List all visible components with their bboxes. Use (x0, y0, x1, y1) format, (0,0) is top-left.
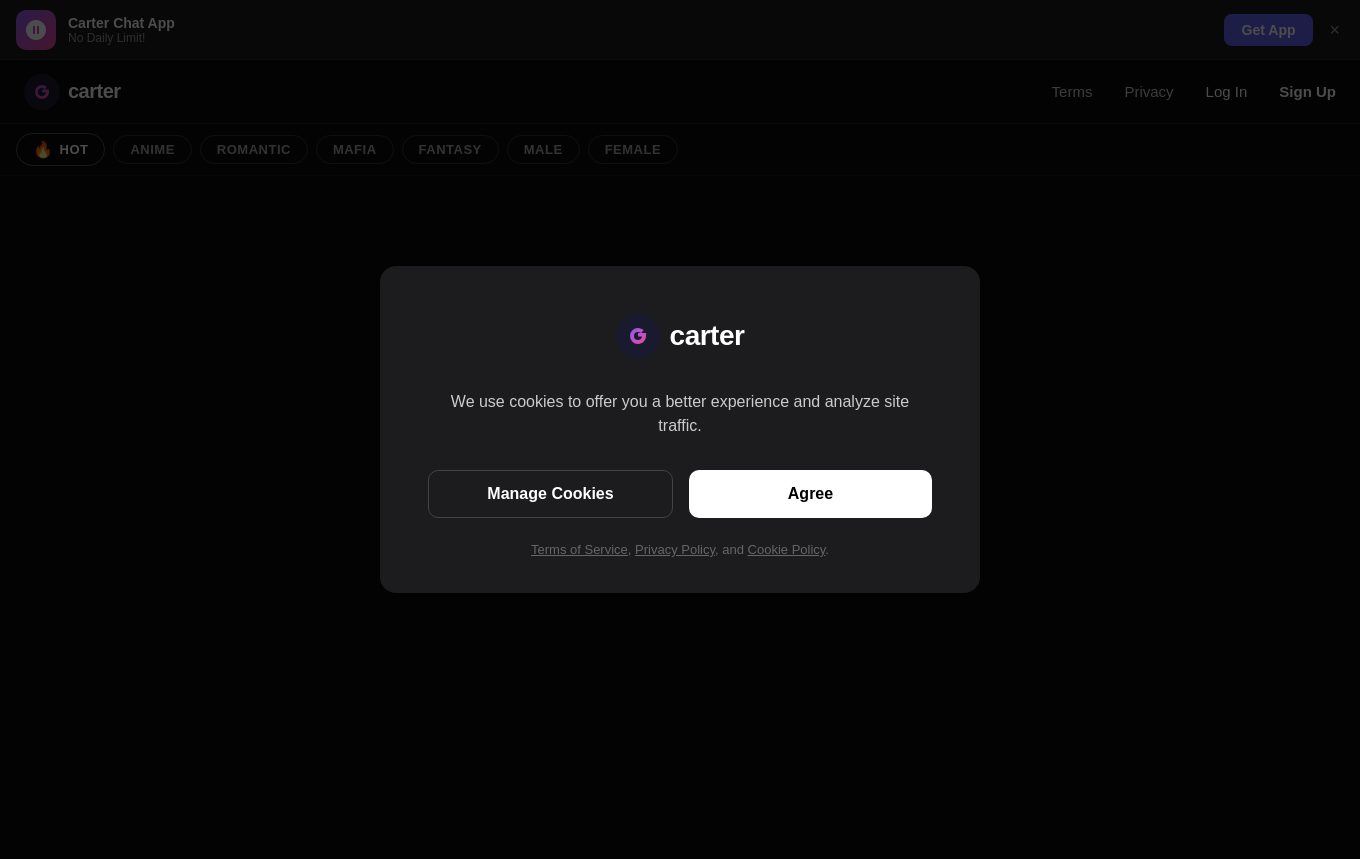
cookie-overlay: carter We use cookies to offer you a bet… (0, 0, 1360, 859)
manage-cookies-button[interactable]: Manage Cookies (428, 470, 673, 518)
modal-logo-text: carter (670, 320, 745, 352)
agree-button[interactable]: Agree (689, 470, 932, 518)
privacy-policy-link[interactable]: Privacy Policy (635, 542, 715, 557)
modal-logo-icon (616, 314, 660, 358)
modal-logo: carter (616, 314, 745, 358)
cookie-footer: Terms of Service, Privacy Policy, and Co… (531, 542, 829, 557)
cookie-modal: carter We use cookies to offer you a bet… (380, 266, 980, 593)
cookie-message: We use cookies to offer you a better exp… (428, 390, 932, 438)
cookie-policy-link[interactable]: Cookie Policy (748, 542, 826, 557)
terms-of-service-link[interactable]: Terms of Service (531, 542, 628, 557)
cookie-buttons: Manage Cookies Agree (428, 470, 932, 518)
